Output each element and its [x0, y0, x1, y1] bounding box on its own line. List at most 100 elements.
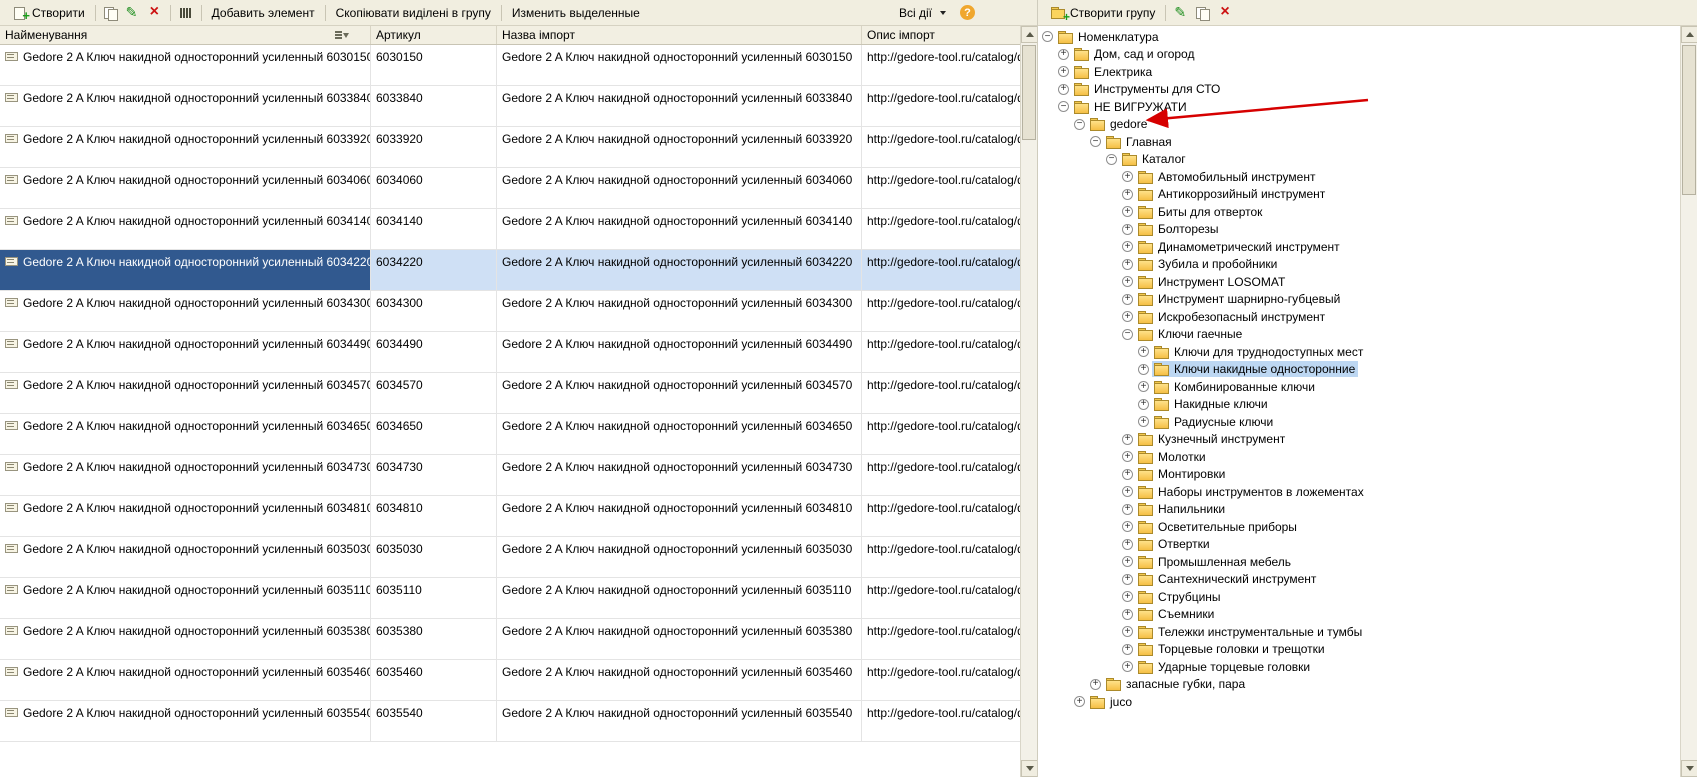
tree-node[interactable]: + Монтировки: [1038, 466, 1680, 484]
tree-node[interactable]: + Струбцины: [1038, 588, 1680, 606]
tree-node-content[interactable]: Ключи для труднодоступных мест: [1152, 344, 1366, 360]
tree-node[interactable]: + Ударные торцевые головки: [1038, 658, 1680, 676]
add-element-button[interactable]: Добавить элемент: [206, 3, 321, 23]
name-cell[interactable]: Gedore 2 A Ключ накидной односторонний у…: [0, 168, 371, 208]
tree-node-content[interactable]: Монтировки: [1136, 466, 1228, 482]
tree-node-content[interactable]: Динамометрический инструмент: [1136, 239, 1343, 255]
tree-expander-icon[interactable]: +: [1122, 188, 1133, 200]
tree-expander-icon[interactable]: +: [1122, 661, 1133, 673]
tree-node-content[interactable]: НЕ ВИГРУЖАТИ: [1072, 99, 1190, 115]
import-name-cell[interactable]: Gedore 2 A Ключ накидной односторонний у…: [497, 86, 862, 126]
tree-node[interactable]: − Главная: [1038, 133, 1680, 151]
tree-node[interactable]: + Биты для отверток: [1038, 203, 1680, 221]
edit-item-button[interactable]: [122, 3, 144, 23]
tree-node[interactable]: − Каталог: [1038, 151, 1680, 169]
tree-node[interactable]: + Ключи для труднодоступных мест: [1038, 343, 1680, 361]
create-group-button[interactable]: + Створити групу: [1044, 3, 1161, 24]
tree-node[interactable]: + Съемники: [1038, 606, 1680, 624]
column-header-name[interactable]: Найменування: [0, 26, 371, 44]
article-cell[interactable]: 6034810: [371, 496, 497, 536]
import-desc-cell[interactable]: http://gedore-tool.ru/catalog/d...: [862, 701, 1020, 741]
tree-node[interactable]: + Осветительные приборы: [1038, 518, 1680, 536]
import-name-cell[interactable]: Gedore 2 A Ключ накидной односторонний у…: [497, 291, 862, 331]
table-row[interactable]: Gedore 2 A Ключ накидной односторонний у…: [0, 250, 1020, 291]
table-row[interactable]: Gedore 2 A Ключ накидной односторонний у…: [0, 619, 1020, 660]
import-desc-cell[interactable]: http://gedore-tool.ru/catalog/d...: [862, 578, 1020, 618]
tree-node[interactable]: + Наборы инструментов в ложементах: [1038, 483, 1680, 501]
copy-item-button[interactable]: [100, 3, 122, 23]
tree-expander-icon[interactable]: +: [1122, 573, 1133, 585]
tree-node-content[interactable]: Накидные ключи: [1152, 396, 1271, 412]
tree-expander-icon[interactable]: +: [1074, 696, 1085, 708]
tree-expander-icon[interactable]: +: [1122, 591, 1133, 603]
import-name-cell[interactable]: Gedore 2 A Ключ накидной односторонний у…: [497, 127, 862, 167]
edit-selected-button[interactable]: Изменить выделенные: [506, 3, 646, 23]
tree-expander-icon[interactable]: +: [1058, 48, 1069, 60]
tree-node[interactable]: + Радиусные ключи: [1038, 413, 1680, 431]
tree-node-content[interactable]: Осветительные приборы: [1136, 519, 1300, 535]
edit-group-button[interactable]: [1170, 3, 1192, 23]
tree-node-content[interactable]: Биты для отверток: [1136, 204, 1265, 220]
tree-node-content[interactable]: Струбцины: [1136, 589, 1224, 605]
import-desc-cell[interactable]: http://gedore-tool.ru/catalog/d...: [862, 373, 1020, 413]
copy-group-button[interactable]: [1192, 3, 1214, 23]
tree-node-content[interactable]: juco: [1088, 694, 1135, 710]
article-cell[interactable]: 6034490: [371, 332, 497, 372]
tree-expander-icon[interactable]: +: [1122, 258, 1133, 270]
article-cell[interactable]: 6034730: [371, 455, 497, 495]
table-row[interactable]: Gedore 2 A Ключ накидной односторонний у…: [0, 168, 1020, 209]
name-cell[interactable]: Gedore 2 A Ключ накидной односторонний у…: [0, 209, 371, 249]
table-row[interactable]: Gedore 2 A Ключ накидной односторонний у…: [0, 578, 1020, 619]
article-cell[interactable]: 6035540: [371, 701, 497, 741]
tree-node-content[interactable]: Инструменты для СТО: [1072, 81, 1223, 97]
scroll-thumb[interactable]: [1022, 45, 1036, 140]
article-cell[interactable]: 6035460: [371, 660, 497, 700]
import-name-cell[interactable]: Gedore 2 A Ключ накидной односторонний у…: [497, 168, 862, 208]
tree-node[interactable]: − Ключи гаечные: [1038, 326, 1680, 344]
table-row[interactable]: Gedore 2 A Ключ накидной односторонний у…: [0, 127, 1020, 168]
tree-node[interactable]: + Тележки инструментальные и тумбы: [1038, 623, 1680, 641]
import-name-cell[interactable]: Gedore 2 A Ключ накидной односторонний у…: [497, 537, 862, 577]
article-cell[interactable]: 6033920: [371, 127, 497, 167]
tree-expander-icon[interactable]: +: [1058, 83, 1069, 95]
import-name-cell[interactable]: Gedore 2 A Ключ накидной односторонний у…: [497, 332, 862, 372]
import-desc-cell[interactable]: http://gedore-tool.ru/catalog/d...: [862, 619, 1020, 659]
set-interval-button[interactable]: [175, 3, 197, 23]
tree-expander-icon[interactable]: −: [1074, 118, 1085, 130]
tree-node-content[interactable]: Съемники: [1136, 606, 1217, 622]
name-cell[interactable]: Gedore 2 A Ключ накидной односторонний у…: [0, 619, 371, 659]
import-name-cell[interactable]: Gedore 2 A Ключ накидной односторонний у…: [497, 496, 862, 536]
create-button[interactable]: Створити: [6, 3, 91, 23]
article-cell[interactable]: 6035030: [371, 537, 497, 577]
tree-node-content[interactable]: Каталог: [1120, 151, 1189, 167]
tree-expander-icon[interactable]: +: [1122, 608, 1133, 620]
tree-node[interactable]: + Отвертки: [1038, 536, 1680, 554]
table-row[interactable]: Gedore 2 A Ключ накидной односторонний у…: [0, 537, 1020, 578]
table-row[interactable]: Gedore 2 A Ключ накидной односторонний у…: [0, 332, 1020, 373]
tree-node-content[interactable]: Искробезопасный инструмент: [1136, 309, 1328, 325]
import-name-cell[interactable]: Gedore 2 A Ключ накидной односторонний у…: [497, 578, 862, 618]
tree-node-content[interactable]: Напильники: [1136, 501, 1228, 517]
tree-node[interactable]: + Ключи накидные односторонние: [1038, 361, 1680, 379]
tree-node-content[interactable]: Молотки: [1136, 449, 1209, 465]
tree-expander-icon[interactable]: +: [1122, 521, 1133, 533]
help-icon[interactable]: ?: [960, 5, 975, 20]
import-name-cell[interactable]: Gedore 2 A Ключ накидной односторонний у…: [497, 414, 862, 454]
tree-node-content[interactable]: Торцевые головки и трещотки: [1136, 641, 1328, 657]
import-name-cell[interactable]: Gedore 2 A Ключ накидной односторонний у…: [497, 250, 862, 290]
tree-expander-icon[interactable]: +: [1122, 223, 1133, 235]
import-name-cell[interactable]: Gedore 2 A Ключ накидной односторонний у…: [497, 455, 862, 495]
scroll-down-button[interactable]: [1681, 760, 1697, 777]
tree-node-content[interactable]: Зубила и пробойники: [1136, 256, 1280, 272]
tree-node[interactable]: + Накидные ключи: [1038, 396, 1680, 414]
article-cell[interactable]: 6034300: [371, 291, 497, 331]
tree-node[interactable]: + Антикоррозийный инструмент: [1038, 186, 1680, 204]
tree-expander-icon[interactable]: −: [1042, 31, 1053, 43]
table-row[interactable]: Gedore 2 A Ключ накидной односторонний у…: [0, 496, 1020, 537]
import-desc-cell[interactable]: http://gedore-tool.ru/catalog/d...: [862, 209, 1020, 249]
name-cell[interactable]: Gedore 2 A Ключ накидной односторонний у…: [0, 45, 371, 85]
tree-node[interactable]: − Номенклатура: [1038, 28, 1680, 46]
article-cell[interactable]: 6035380: [371, 619, 497, 659]
article-cell[interactable]: 6034220: [371, 250, 497, 290]
import-desc-cell[interactable]: http://gedore-tool.ru/catalog/d...: [862, 127, 1020, 167]
